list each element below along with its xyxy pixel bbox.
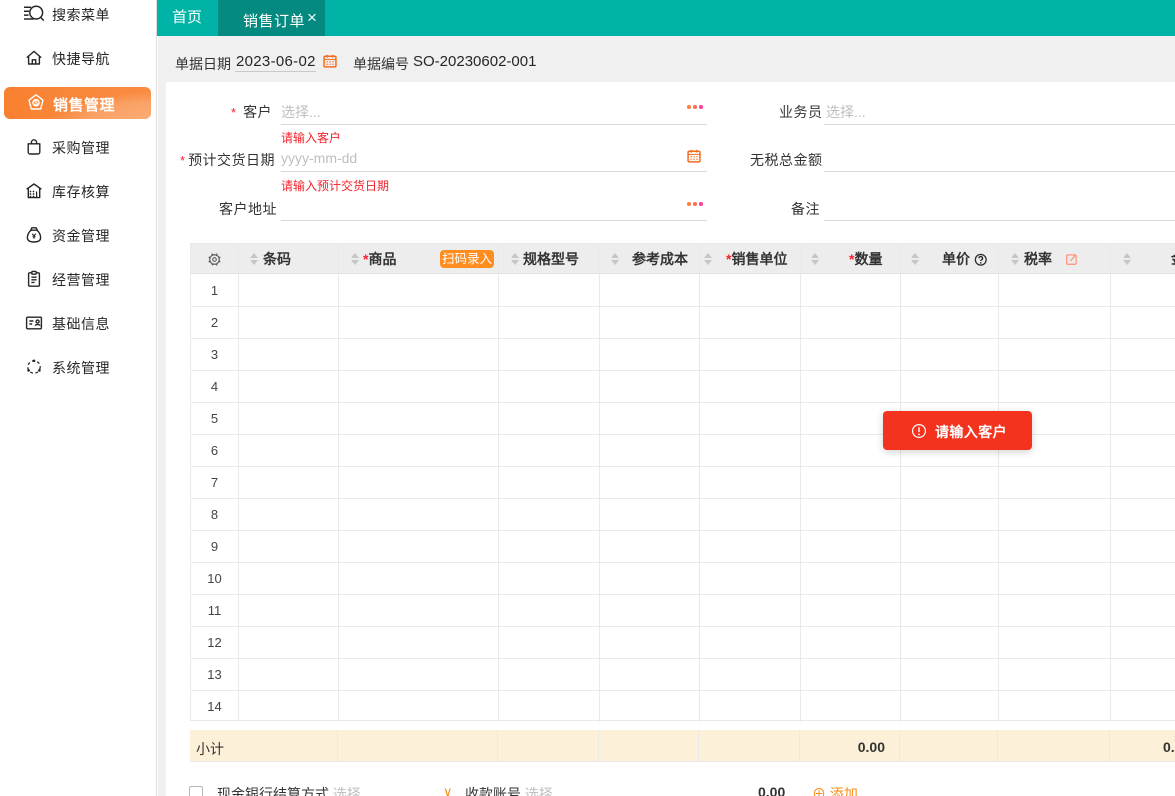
svg-text:$: $ (34, 100, 38, 107)
